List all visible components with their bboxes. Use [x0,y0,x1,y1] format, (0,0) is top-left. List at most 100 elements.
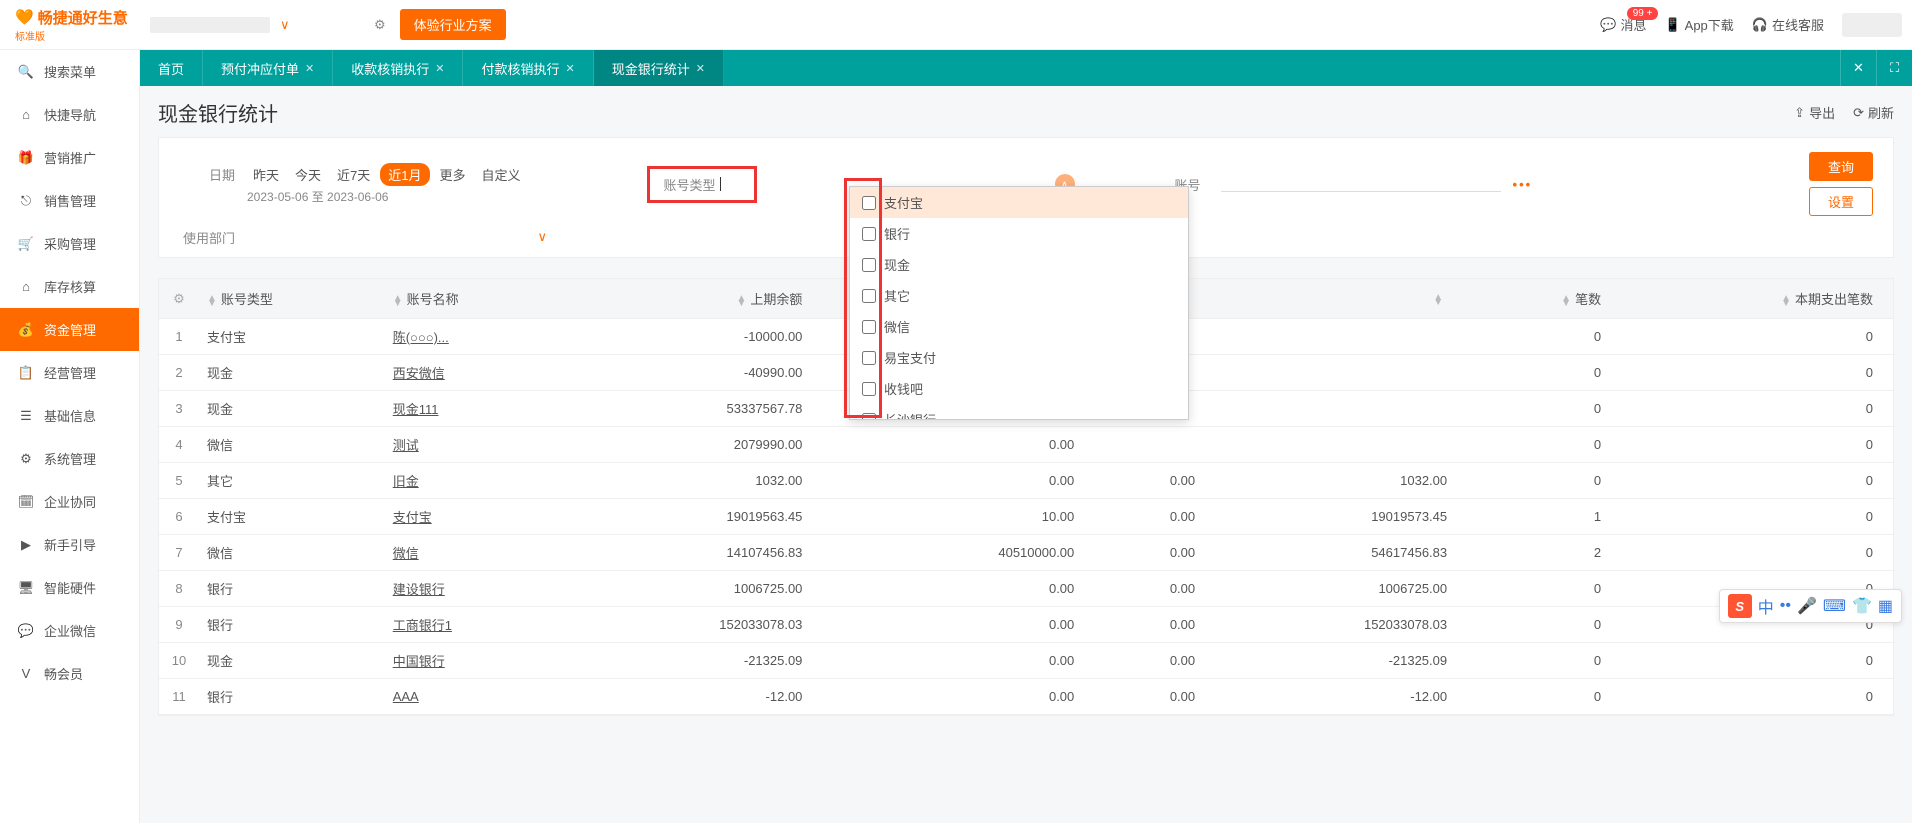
online-service-button[interactable]: 🎧 在线客服 [1752,15,1824,34]
dropdown-option[interactable]: 银行 [850,218,1188,249]
account-link[interactable]: 陈(○○○)... [393,330,449,345]
refresh-button[interactable]: ⟳刷新 [1853,103,1894,122]
sidebar-item[interactable]: 🖥智能硬件 [0,566,139,609]
account-link[interactable]: 现金111 [393,402,439,417]
dropdown-option[interactable]: 微信 [850,311,1188,342]
account-link[interactable]: AAA [393,689,419,704]
sort-icon[interactable]: ▲▼ [393,296,403,306]
date-option[interactable]: 近7天 [331,163,376,186]
account-link[interactable]: 测试 [393,438,419,453]
column-header[interactable]: ▲▼本期支出笔数 [1621,279,1893,319]
sort-icon[interactable]: ▲▼ [1433,295,1443,305]
option-checkbox[interactable] [862,351,876,365]
sidebar-item[interactable]: 🗓企业协同 [0,480,139,523]
option-checkbox[interactable] [862,320,876,334]
app-download-button[interactable]: 📱 App下载 [1664,15,1733,34]
close-icon[interactable]: ✕ [696,62,705,75]
sidebar-item[interactable]: 🛒采购管理 [0,222,139,265]
sidebar-label: 智能硬件 [44,578,96,597]
dept-select[interactable]: ∨ [247,229,547,246]
tab[interactable]: 现金银行统计✕ [594,50,724,86]
option-checkbox[interactable] [862,196,876,210]
option-checkbox[interactable] [862,413,876,420]
column-header[interactable]: ▲▼上期余额 [570,279,822,319]
more-filters-button[interactable]: ••• [1513,177,1533,192]
date-option[interactable]: 近1月 [380,163,429,186]
export-button[interactable]: ⇪导出 [1794,103,1835,122]
column-header[interactable]: ▲▼账号类型 [199,279,385,319]
company-selector[interactable]: ∨ [150,17,370,33]
user-avatar[interactable] [1842,13,1902,37]
gear-icon[interactable]: ⚙ [173,291,185,306]
sogou-logo-icon[interactable]: S [1728,594,1752,618]
settings-button[interactable]: 设置 [1809,187,1873,216]
sidebar-item[interactable]: ⎋销售管理 [0,179,139,222]
dropdown-option[interactable]: 收钱吧 [850,373,1188,404]
column-header[interactable]: ⚙ [159,279,199,319]
dropdown-option[interactable]: 易宝支付 [850,342,1188,373]
sort-icon[interactable]: ▲▼ [737,296,747,306]
option-checkbox[interactable] [862,382,876,396]
message-button[interactable]: 💬 消息 99 + [1600,15,1646,34]
account-link[interactable]: 中国银行 [393,654,445,669]
fullscreen-button[interactable]: ⛶ [1876,50,1912,86]
close-icon[interactable]: ✕ [566,62,575,75]
tab[interactable]: 收款核销执行✕ [333,50,463,86]
sort-icon[interactable]: ▲▼ [1781,296,1791,306]
sidebar-item[interactable]: ⚙系统管理 [0,437,139,480]
ime-punct-button[interactable]: •• [1780,597,1791,615]
account-link[interactable]: 建设银行 [393,582,445,597]
industry-plan-button[interactable]: 体验行业方案 [400,9,506,40]
account-link[interactable]: 工商银行1 [393,618,452,633]
date-option[interactable]: 自定义 [476,163,527,186]
tab[interactable]: 首页 [140,50,203,86]
cell-out-count: 0 [1621,679,1893,715]
dropdown-option[interactable]: 现金 [850,249,1188,280]
dropdown-option[interactable]: 长沙银行 [850,404,1188,419]
ime-skin-button[interactable]: 👕 [1852,596,1872,616]
query-button[interactable]: 查询 [1809,152,1873,181]
sort-icon[interactable]: ▲▼ [1561,296,1571,306]
sidebar-item[interactable]: 💬企业微信 [0,609,139,652]
column-header[interactable]: ▲▼ [1215,279,1467,319]
ime-lang-button[interactable]: 中 [1758,594,1774,618]
account-link[interactable]: 支付宝 [393,510,432,525]
close-icon[interactable]: ✕ [435,62,444,75]
sidebar-item[interactable]: 📋经营管理 [0,351,139,394]
column-header[interactable]: ▲▼账号名称 [385,279,571,319]
date-option[interactable]: 更多 [434,163,472,186]
sidebar-item[interactable]: ☰基础信息 [0,394,139,437]
export-icon: ⇪ [1794,105,1805,121]
row-index: 8 [159,571,199,607]
sidebar-item[interactable]: ▶新手引导 [0,523,139,566]
option-checkbox[interactable] [862,289,876,303]
dropdown-option[interactable]: 其它 [850,280,1188,311]
close-icon[interactable]: ✕ [305,62,314,75]
close-all-tabs-button[interactable]: ✕ [1840,50,1876,86]
ime-toolbox-button[interactable]: ▦ [1878,596,1893,616]
sidebar-item[interactable]: V畅会员 [0,652,139,695]
sidebar-item[interactable]: ⌂快捷导航 [0,93,139,136]
account-link[interactable]: 西安微信 [393,366,445,381]
ime-keyboard-button[interactable]: ⌨ [1823,596,1846,616]
cell-c7: -12.00 [1215,679,1467,715]
sidebar-item[interactable]: 🔍搜索菜单 [0,50,139,93]
tab[interactable]: 预付冲应付单✕ [203,50,333,86]
tab[interactable]: 付款核销执行✕ [463,50,593,86]
ime-voice-button[interactable]: 🎤 [1797,596,1817,616]
column-header[interactable]: ▲▼笔数 [1467,279,1621,319]
dropdown-option[interactable]: 支付宝 [850,187,1188,218]
account-type-filter[interactable]: 账号类型 [647,166,757,203]
date-option[interactable]: 昨天 [247,163,285,186]
option-checkbox[interactable] [862,258,876,272]
sidebar-item[interactable]: 🎁营销推广 [0,136,139,179]
account-link[interactable]: 旧金 [393,474,419,489]
account-no-input[interactable] [1221,176,1501,192]
account-link[interactable]: 微信 [393,546,419,561]
date-option[interactable]: 今天 [289,163,327,186]
option-checkbox[interactable] [862,227,876,241]
sidebar-item[interactable]: 💰资金管理 [0,308,139,351]
sort-icon[interactable]: ▲▼ [207,296,217,306]
sidebar-item[interactable]: ⌂库存核算 [0,265,139,308]
gear-icon[interactable]: ⚙ [370,13,390,37]
